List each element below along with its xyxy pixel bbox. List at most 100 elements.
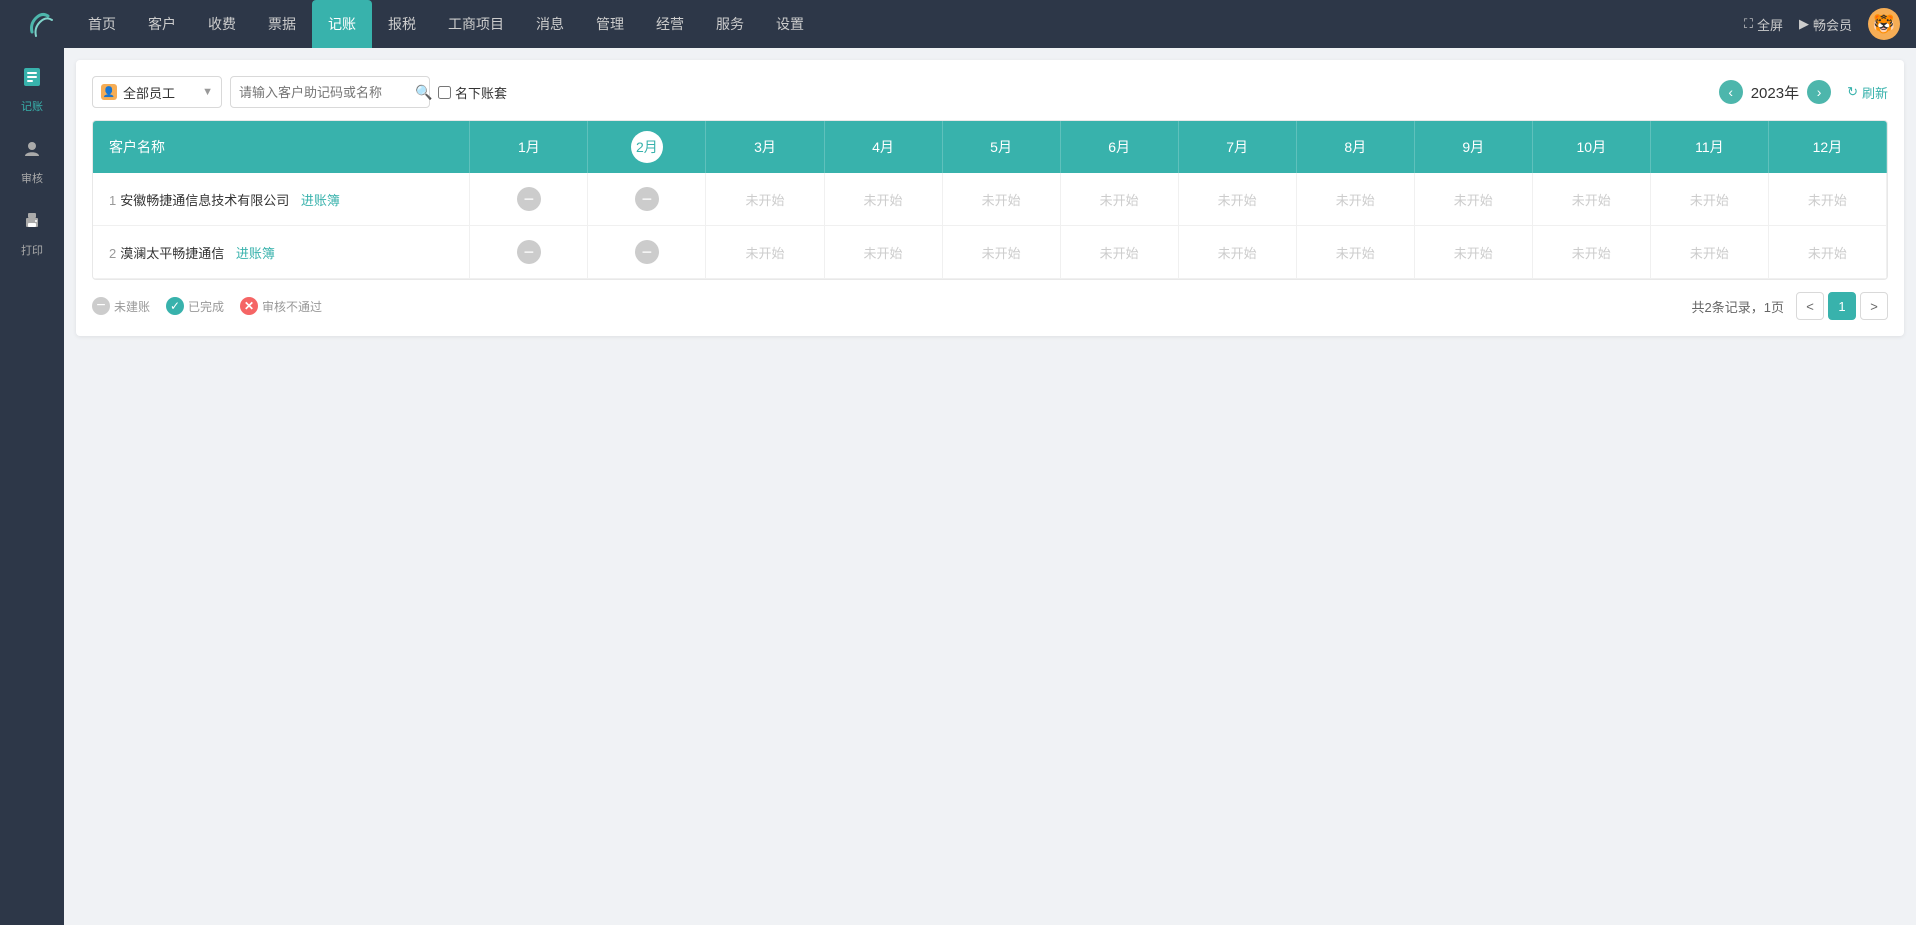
col-jul: 7月	[1178, 121, 1296, 173]
col-may: 5月	[942, 121, 1060, 173]
cell-month-1: −	[470, 226, 588, 279]
status-minus-icon: −	[635, 187, 659, 211]
cell-month-11: 未开始	[1650, 173, 1768, 226]
cell-name: 1 安徽畅捷通信息技术有限公司 进账簿	[93, 173, 470, 226]
search-input[interactable]	[239, 85, 415, 100]
next-page-button[interactable]: >	[1860, 292, 1888, 320]
logo-icon	[24, 8, 56, 40]
status-minus-icon: −	[635, 240, 659, 264]
status-minus-icon: −	[517, 240, 541, 264]
page-1-button[interactable]: 1	[1828, 292, 1856, 320]
prev-page-button[interactable]: <	[1796, 292, 1824, 320]
row-num: 2	[109, 246, 116, 261]
cell-month-8: 未开始	[1296, 226, 1414, 279]
cell-month-11: 未开始	[1650, 226, 1768, 279]
content-card: 👤 全部员工 ▼ 🔍 名下账套 ‹ 2023年 › ↻ 刷新	[76, 60, 1904, 336]
cell-name: 2 漠澜太平畅捷通信 进账簿	[93, 226, 470, 279]
nav-operation[interactable]: 经营	[640, 0, 700, 48]
year-text: 2023年	[1751, 82, 1799, 103]
sidebar-item-print[interactable]: 打印	[4, 200, 60, 268]
print-icon	[21, 210, 43, 238]
fullscreen-label: 全屏	[1757, 15, 1783, 34]
col-sep: 9月	[1414, 121, 1532, 173]
legend-rejected-label: 审核不通过	[262, 298, 322, 315]
cell-month-10: 未开始	[1532, 226, 1650, 279]
cell-month-6: 未开始	[1060, 173, 1178, 226]
refresh-label: 刷新	[1862, 83, 1888, 102]
fullscreen-icon: ⛶	[1744, 16, 1753, 32]
prev-year-button[interactable]: ‹	[1719, 80, 1743, 104]
row-num: 1	[109, 193, 116, 208]
fullscreen-button[interactable]: ⛶ 全屏	[1744, 15, 1783, 34]
active-month-badge: 2月	[631, 131, 663, 163]
legend-not-built-label: 未建账	[114, 298, 150, 315]
bookkeeping-icon	[21, 66, 43, 94]
minus-symbol: −	[96, 298, 105, 314]
vip-label: 畅会员	[1813, 15, 1852, 34]
checkbox-wrap[interactable]: 名下账套	[438, 83, 507, 102]
cell-month-5: 未开始	[942, 226, 1060, 279]
main-table: 客户名称 1月 2月 3月 4月 5月 6月 7月 8月 9月 10月 11月	[93, 121, 1887, 279]
legend-done-label: 已完成	[188, 298, 224, 315]
vip-button[interactable]: ▶ 畅会员	[1799, 15, 1852, 34]
search-button[interactable]: 🔍	[415, 84, 432, 101]
cell-month-9: 未开始	[1414, 226, 1532, 279]
top-nav: 首页 客户 收费 票据 记账 报税 工商项目 消息 管理 经营 服务 设置 ⛶ …	[0, 0, 1916, 48]
logo	[16, 8, 64, 40]
sidebar-item-audit[interactable]: 审核	[4, 128, 60, 196]
nav-settings[interactable]: 设置	[760, 0, 820, 48]
nav-service[interactable]: 服务	[700, 0, 760, 48]
nav-items: 首页 客户 收费 票据 记账 报税 工商项目 消息 管理 经营 服务 设置	[72, 0, 1744, 48]
nav-business[interactable]: 工商项目	[432, 0, 520, 48]
audit-icon	[21, 138, 43, 166]
status-minus-icon: −	[517, 187, 541, 211]
col-mar: 3月	[706, 121, 824, 173]
employee-select[interactable]: 👤 全部员工 ▼	[92, 76, 222, 108]
col-name: 客户名称	[93, 121, 470, 173]
next-year-button[interactable]: ›	[1807, 80, 1831, 104]
table-body: 1安徽畅捷通信息技术有限公司 进账簿−−未开始未开始未开始未开始未开始未开始未开…	[93, 173, 1887, 279]
sidebar-item-bookkeeping[interactable]: 记账	[4, 56, 60, 124]
total-info: 共2条记录，1页	[1692, 297, 1784, 316]
refresh-icon: ↻	[1847, 84, 1858, 100]
company-name: 漠澜太平畅捷通信	[120, 246, 224, 261]
sub-account-checkbox[interactable]	[438, 86, 451, 99]
cell-month-12: 未开始	[1768, 226, 1886, 279]
check-symbol: ✓	[170, 299, 180, 313]
checkbox-label: 名下账套	[455, 83, 507, 102]
sidebar: 记账 审核 打印	[0, 48, 64, 925]
nav-manage[interactable]: 管理	[580, 0, 640, 48]
cell-month-8: 未开始	[1296, 173, 1414, 226]
nav-bookkeeping[interactable]: 记账	[312, 0, 372, 48]
cell-month-3: 未开始	[706, 173, 824, 226]
col-jan: 1月	[470, 121, 588, 173]
nav-billing[interactable]: 收费	[192, 0, 252, 48]
enter-ledger-link[interactable]: 进账簿	[236, 246, 275, 261]
cell-month-6: 未开始	[1060, 226, 1178, 279]
legend-rejected: ✕ 审核不通过	[240, 297, 322, 315]
nav-invoice[interactable]: 票据	[252, 0, 312, 48]
avatar[interactable]: 🐯	[1868, 8, 1900, 40]
nav-message[interactable]: 消息	[520, 0, 580, 48]
cell-month-1: −	[470, 173, 588, 226]
company-name: 安徽畅捷通信息技术有限公司	[120, 193, 289, 208]
search-wrap: 🔍	[230, 76, 430, 108]
refresh-button[interactable]: ↻ 刷新	[1847, 83, 1888, 102]
cell-month-9: 未开始	[1414, 173, 1532, 226]
pagination: 共2条记录，1页 < 1 >	[1692, 292, 1888, 320]
employee-select-text: 全部员工	[123, 83, 194, 102]
nav-customer[interactable]: 客户	[132, 0, 192, 48]
nav-tax[interactable]: 报税	[372, 0, 432, 48]
nav-right: ⛶ 全屏 ▶ 畅会员 🐯	[1744, 8, 1900, 40]
nav-home[interactable]: 首页	[72, 0, 132, 48]
col-nov: 11月	[1650, 121, 1768, 173]
cell-month-7: 未开始	[1178, 173, 1296, 226]
sidebar-label-audit: 审核	[21, 170, 43, 186]
footer: − 未建账 ✓ 已完成 ✕ 审核不通过 共2条记录，1页 < 1 >	[92, 280, 1888, 320]
col-jun: 6月	[1060, 121, 1178, 173]
col-feb: 2月	[588, 121, 706, 173]
enter-ledger-link[interactable]: 进账簿	[301, 193, 340, 208]
cell-month-4: 未开始	[824, 173, 942, 226]
col-oct: 10月	[1532, 121, 1650, 173]
table-wrap: 客户名称 1月 2月 3月 4月 5月 6月 7月 8月 9月 10月 11月	[92, 120, 1888, 280]
